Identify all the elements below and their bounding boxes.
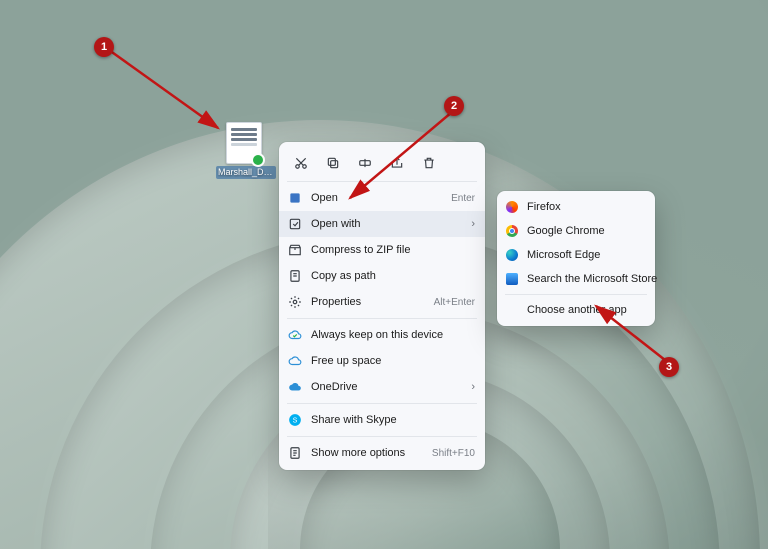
blank-icon: [505, 303, 519, 317]
properties-icon: [287, 294, 303, 310]
annotation-badge-2: 2: [444, 96, 464, 116]
share-icon: [390, 156, 404, 170]
menu-item-properties[interactable]: Properties Alt+Enter: [279, 289, 485, 315]
menu-hint: Shift+F10: [432, 448, 475, 459]
menu-separator: [505, 294, 647, 295]
firefox-icon: [505, 200, 519, 214]
copy-path-icon: [287, 268, 303, 284]
rename-button[interactable]: [351, 150, 379, 176]
menu-item-onedrive[interactable]: OneDrive ›: [279, 374, 485, 400]
menu-item-share-skype[interactable]: S Share with Skype: [279, 407, 485, 433]
chrome-icon: [505, 224, 519, 238]
open-with-icon: [287, 216, 303, 232]
submenu-item-ms-store[interactable]: Search the Microsoft Store: [497, 267, 655, 291]
copy-icon: [326, 156, 340, 170]
copy-button[interactable]: [319, 150, 347, 176]
menu-label: Free up space: [311, 355, 475, 367]
menu-item-open[interactable]: Open Enter: [279, 185, 485, 211]
menu-label: Properties: [311, 296, 426, 308]
menu-label: Copy as path: [311, 270, 475, 282]
annotation-badge-3: 3: [659, 357, 679, 377]
menu-label: Open with: [311, 218, 463, 230]
submenu-label: Firefox: [527, 201, 645, 213]
onedrive-icon: [287, 379, 303, 395]
menu-item-copy-path[interactable]: Copy as path: [279, 263, 485, 289]
context-toolbar: [279, 146, 485, 178]
cut-button[interactable]: [287, 150, 315, 176]
menu-hint: Alt+Enter: [434, 297, 475, 308]
menu-hint: Enter: [451, 193, 475, 204]
menu-label: Compress to ZIP file: [311, 244, 475, 256]
menu-separator: [287, 436, 477, 437]
annotation-badge-1: 1: [94, 37, 114, 57]
cut-icon: [294, 156, 308, 170]
menu-item-show-more[interactable]: Show more options Shift+F10: [279, 440, 485, 466]
menu-separator: [287, 403, 477, 404]
submenu-item-firefox[interactable]: Firefox: [497, 195, 655, 219]
ms-store-icon: [505, 272, 519, 286]
sync-badge-icon: [251, 153, 265, 167]
submenu-item-edge[interactable]: Microsoft Edge: [497, 243, 655, 267]
menu-label: Share with Skype: [311, 414, 475, 426]
submenu-label: Google Chrome: [527, 225, 645, 237]
chevron-right-icon: ›: [471, 218, 475, 230]
chevron-right-icon: ›: [471, 381, 475, 393]
menu-label: Show more options: [311, 447, 424, 459]
submenu-label: Choose another app: [527, 304, 645, 316]
cloud-icon: [287, 353, 303, 369]
file-thumbnail: [226, 122, 262, 164]
context-menu: Open Enter Open with › Compress to ZIP f…: [279, 142, 485, 470]
desktop-file-icon[interactable]: Marshall_Dunne…: [216, 122, 272, 184]
delete-button[interactable]: [415, 150, 443, 176]
rename-icon: [358, 156, 372, 170]
cloud-check-icon: [287, 327, 303, 343]
menu-label: Always keep on this device: [311, 329, 475, 341]
edge-icon: [505, 248, 519, 262]
menu-label: OneDrive: [311, 381, 463, 393]
menu-label: Open: [311, 192, 443, 204]
skype-icon: S: [287, 412, 303, 428]
submenu-label: Microsoft Edge: [527, 249, 645, 261]
more-icon: [287, 445, 303, 461]
menu-item-open-with[interactable]: Open with ›: [279, 211, 485, 237]
share-button[interactable]: [383, 150, 411, 176]
svg-text:S: S: [293, 417, 298, 424]
menu-item-free-up[interactable]: Free up space: [279, 348, 485, 374]
submenu-label: Search the Microsoft Store: [527, 273, 657, 285]
menu-item-always-keep[interactable]: Always keep on this device: [279, 322, 485, 348]
desktop-file-label: Marshall_Dunne…: [216, 166, 276, 179]
delete-icon: [422, 156, 436, 170]
open-icon: [287, 190, 303, 206]
submenu-item-choose-another[interactable]: Choose another app: [497, 298, 655, 322]
open-with-submenu: Firefox Google Chrome Microsoft Edge Sea…: [497, 191, 655, 326]
menu-separator: [287, 318, 477, 319]
menu-separator: [287, 181, 477, 182]
submenu-item-chrome[interactable]: Google Chrome: [497, 219, 655, 243]
zip-icon: [287, 242, 303, 258]
menu-item-compress[interactable]: Compress to ZIP file: [279, 237, 485, 263]
